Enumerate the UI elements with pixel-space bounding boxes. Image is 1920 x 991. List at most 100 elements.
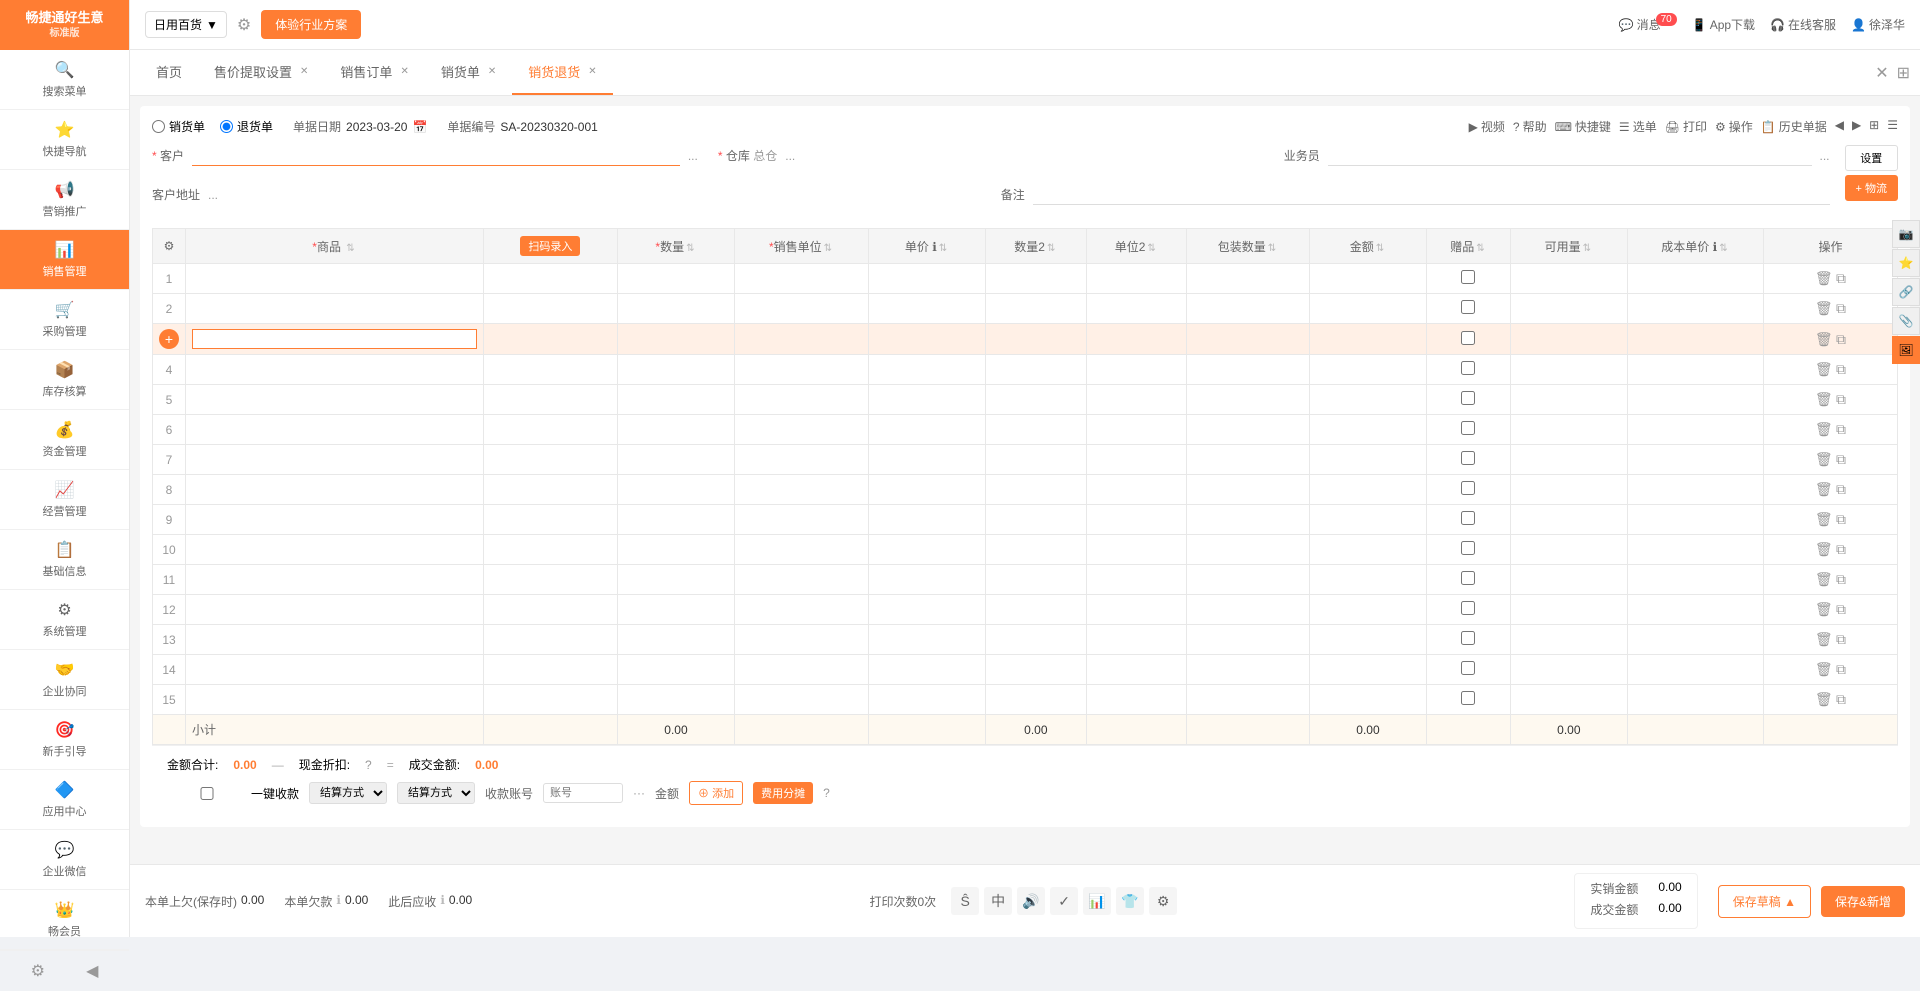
copy-row-btn-2[interactable]: ⧉ <box>1836 300 1846 317</box>
shortcut-btn[interactable]: ⌨ 快捷键 <box>1555 118 1611 135</box>
float-camera-btn[interactable]: 📷 <box>1892 220 1920 248</box>
copy-row-btn-7[interactable]: ⧉ <box>1836 451 1846 468</box>
prev-record-icon[interactable]: ◀ <box>1835 118 1844 135</box>
tab-2[interactable]: 销售订单 ✕ <box>324 50 424 95</box>
delete-row-btn-5[interactable]: 🗑 <box>1815 391 1833 408</box>
float-link-btn[interactable]: 🔗 <box>1892 278 1920 306</box>
calc-select[interactable]: 结算方式 <box>397 782 475 804</box>
product-input-3[interactable] <box>192 329 477 349</box>
save-draft-btn[interactable]: 保存草稿 ▲ <box>1718 885 1811 918</box>
sidebar-item-9[interactable]: ⚙系统管理 <box>0 590 129 650</box>
tab-4[interactable]: 销货退货 ✕ <box>512 50 612 95</box>
sidebar-item-5[interactable]: 📦库存核算 <box>0 350 129 410</box>
gift-checkbox-3[interactable] <box>1461 331 1475 345</box>
return-order-radio[interactable]: 退货单 <box>220 118 273 135</box>
video-btn[interactable]: ▶ 视频 <box>1469 118 1505 135</box>
topbar-gear-icon[interactable]: ⚙ <box>237 15 251 35</box>
save-new-btn[interactable]: 保存&新增 <box>1821 886 1905 917</box>
tab-close-4[interactable]: ✕ <box>588 66 596 77</box>
next-record-icon[interactable]: ▶ <box>1852 118 1861 135</box>
daily-goods-select[interactable]: 日用百货 ▼ <box>145 11 227 38</box>
sidebar-item-1[interactable]: ⭐快捷导航 <box>0 110 129 170</box>
online-service-btn[interactable]: 🎧 在线客服 <box>1770 16 1836 33</box>
close-tab-icon[interactable]: ✕ <box>1875 63 1888 83</box>
tab-1[interactable]: 售价提取设置 ✕ <box>198 50 324 95</box>
one-click-payment-checkbox[interactable] <box>167 787 247 800</box>
col-settings[interactable]: ⚙ <box>153 229 186 264</box>
tab-0[interactable]: 首页 <box>140 50 198 95</box>
sale-order-radio[interactable]: 销货单 <box>152 118 205 135</box>
delete-row-btn-14[interactable]: 🗑 <box>1815 661 1833 678</box>
gift-checkbox-9[interactable] <box>1461 511 1475 525</box>
copy-row-btn-1[interactable]: ⧉ <box>1836 270 1846 287</box>
list-view-icon[interactable]: ☰ <box>1887 118 1898 135</box>
gift-checkbox-13[interactable] <box>1461 631 1475 645</box>
cash-discount-help[interactable]: ? <box>365 758 372 772</box>
account-picker-icon[interactable]: ··· <box>633 786 645 800</box>
gift-checkbox-12[interactable] <box>1461 601 1475 615</box>
collapse-icon[interactable]: ◀ <box>86 961 98 981</box>
delete-row-btn-12[interactable]: 🗑 <box>1815 601 1833 618</box>
add-row-btn[interactable]: + <box>159 329 179 349</box>
message-btn[interactable]: 💬 消息 70 <box>1619 16 1677 33</box>
select-order-btn[interactable]: ☰ 选单 <box>1619 118 1657 135</box>
history-btn[interactable]: 📋 历史单据 <box>1761 118 1827 135</box>
salesperson-picker-btn[interactable]: ... <box>1820 149 1830 163</box>
copy-row-btn-14[interactable]: ⧉ <box>1836 661 1846 678</box>
app-download-btn[interactable]: 📱 App下载 <box>1692 16 1755 33</box>
gift-checkbox-8[interactable] <box>1461 481 1475 495</box>
copy-row-btn-12[interactable]: ⧉ <box>1836 601 1846 618</box>
help-btn[interactable]: ? 帮助 <box>1513 118 1547 135</box>
copy-row-btn-3[interactable]: ⧉ <box>1836 331 1846 348</box>
expand-tabs-icon[interactable]: ⊞ <box>1897 63 1910 83</box>
sidebar-item-6[interactable]: 💰资金管理 <box>0 410 129 470</box>
copy-row-btn-9[interactable]: ⧉ <box>1836 511 1846 528</box>
sidebar-item-0[interactable]: 🔍搜索菜单 <box>0 50 129 110</box>
settings-bottom-icon[interactable]: ⚙ <box>31 961 45 981</box>
copy-row-btn-5[interactable]: ⧉ <box>1836 391 1846 408</box>
fee-split-btn[interactable]: 费用分摊 <box>753 782 813 804</box>
delete-row-btn-15[interactable]: 🗑 <box>1815 691 1833 708</box>
account-input[interactable] <box>543 783 623 803</box>
customer-picker-btn[interactable]: ... <box>688 149 698 163</box>
address-picker-btn[interactable]: ... <box>208 188 218 202</box>
sidebar-item-10[interactable]: 🤝企业协同 <box>0 650 129 710</box>
sidebar-item-12[interactable]: 🔷应用中心 <box>0 770 129 830</box>
copy-row-btn-6[interactable]: ⧉ <box>1836 421 1846 438</box>
sidebar-item-11[interactable]: 🎯新手引导 <box>0 710 129 770</box>
copy-row-btn-8[interactable]: ⧉ <box>1836 481 1846 498</box>
toolbar-icon-3[interactable]: 🔊 <box>1017 887 1045 915</box>
float-clip-btn[interactable]: 📎 <box>1892 307 1920 335</box>
fee-help-icon[interactable]: ? <box>823 786 830 800</box>
logistics-btn[interactable]: + 物流 <box>1845 175 1898 201</box>
delete-row-btn-7[interactable]: 🗑 <box>1815 451 1833 468</box>
sidebar-item-7[interactable]: 📈经营管理 <box>0 470 129 530</box>
sidebar-item-3[interactable]: 📊销售管理 <box>0 230 129 290</box>
sidebar-item-8[interactable]: 📋基础信息 <box>0 530 129 590</box>
gift-checkbox-10[interactable] <box>1461 541 1475 555</box>
toolbar-icon-5[interactable]: 📊 <box>1083 887 1111 915</box>
copy-row-btn-11[interactable]: ⧉ <box>1836 571 1846 588</box>
gift-checkbox-11[interactable] <box>1461 571 1475 585</box>
toolbar-icon-7[interactable]: ⚙ <box>1149 887 1177 915</box>
toolbar-icon-1[interactable]: Ŝ <box>951 887 979 915</box>
experience-btn[interactable]: 体验行业方案 <box>261 10 361 39</box>
gift-checkbox-1[interactable] <box>1461 270 1475 284</box>
delete-row-btn-6[interactable]: 🗑 <box>1815 421 1833 438</box>
sidebar-item-2[interactable]: 📢营销推广 <box>0 170 129 230</box>
copy-row-btn-4[interactable]: ⧉ <box>1836 361 1846 378</box>
delete-row-btn-8[interactable]: 🗑 <box>1815 481 1833 498</box>
gift-checkbox-14[interactable] <box>1461 661 1475 675</box>
print-btn[interactable]: 🖨 打印 <box>1665 118 1707 135</box>
float-star-btn[interactable]: ⭐ <box>1892 249 1920 277</box>
settings-btn[interactable]: 设置 <box>1845 145 1898 171</box>
sidebar-item-14[interactable]: 👑畅会员 <box>0 890 129 950</box>
delete-row-btn-9[interactable]: 🗑 <box>1815 511 1833 528</box>
delete-row-btn-3[interactable]: 🗑 <box>1815 331 1833 348</box>
tab-3[interactable]: 销货单 ✕ <box>425 50 512 95</box>
sidebar-item-13[interactable]: 💬企业微信 <box>0 830 129 890</box>
gift-checkbox-4[interactable] <box>1461 361 1475 375</box>
gift-checkbox-15[interactable] <box>1461 691 1475 705</box>
add-btn[interactable]: ⊕ 添加 <box>689 781 743 805</box>
toolbar-icon-2[interactable]: 中 <box>984 887 1012 915</box>
